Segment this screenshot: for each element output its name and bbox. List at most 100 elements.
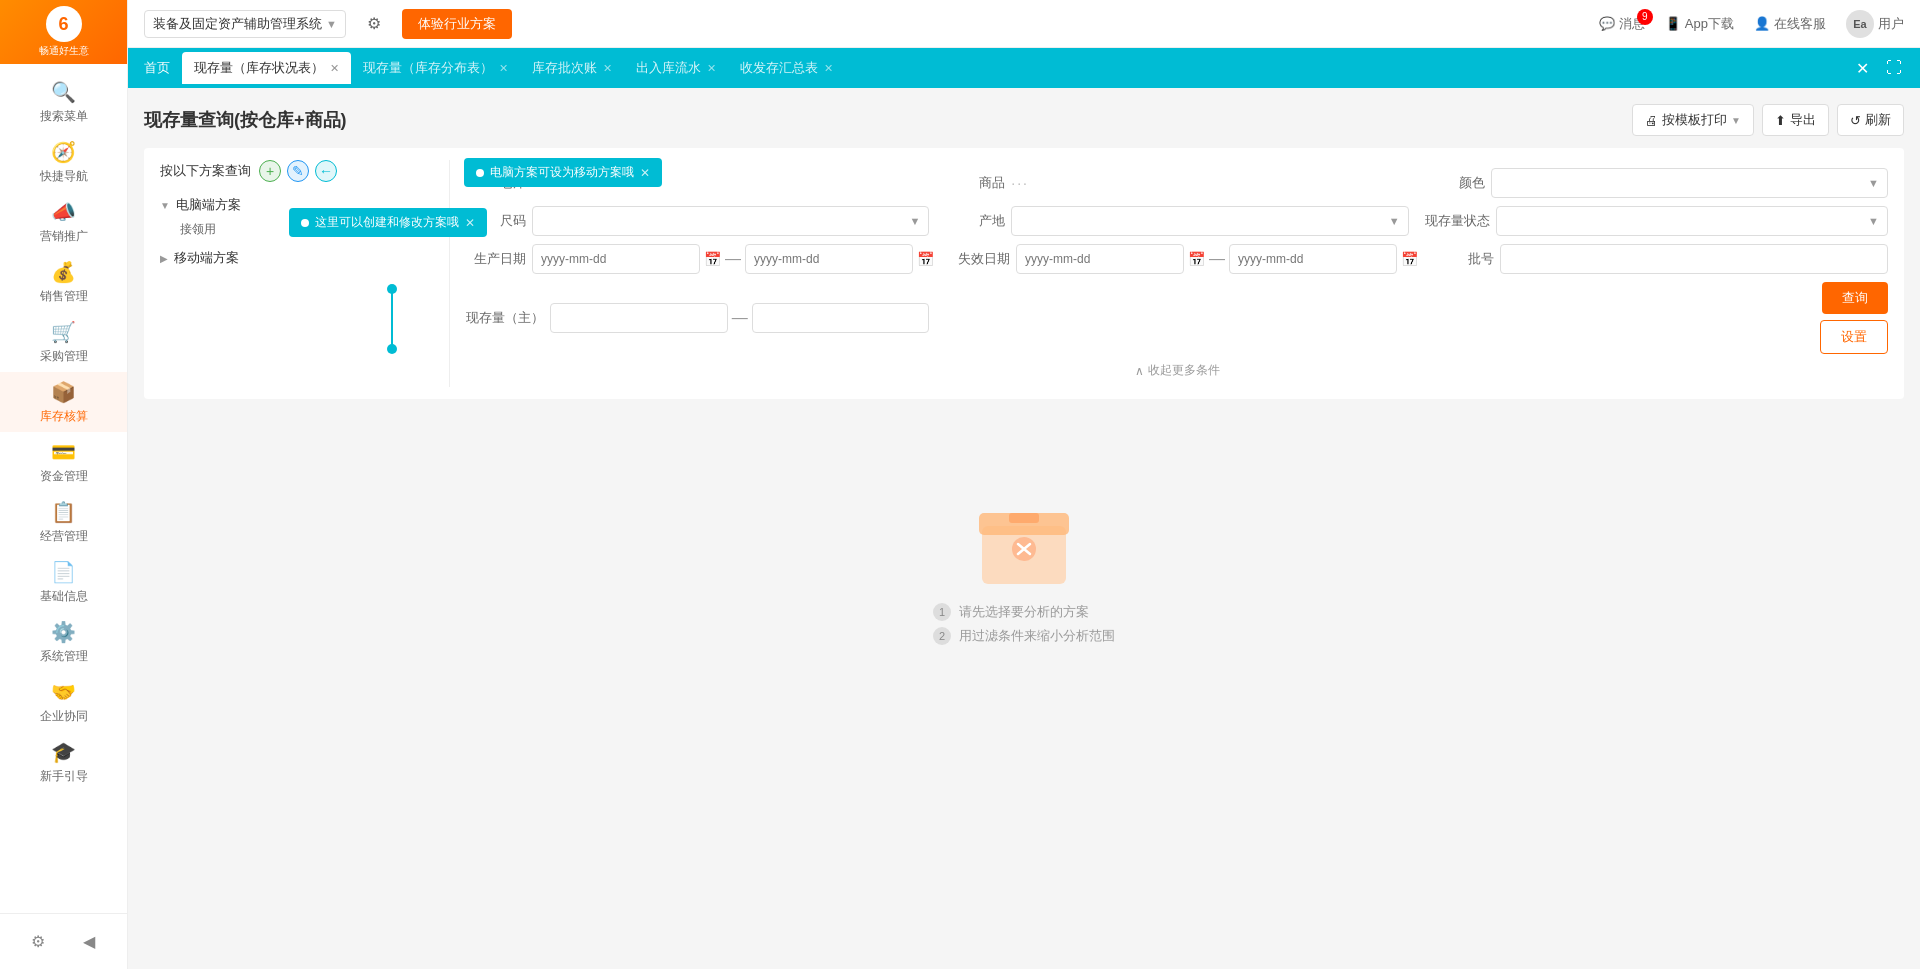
stock-status-select[interactable]: ▼ — [1496, 206, 1888, 236]
expiry-date-range: 📅 — 📅 — [1016, 244, 1418, 274]
online-service-btn[interactable]: 👤 在线客服 — [1754, 15, 1826, 33]
tab-inventory-dist[interactable]: 现存量（库存分布表） ✕ — [351, 52, 520, 84]
close-all-tabs-btn[interactable]: ✕ — [1848, 54, 1876, 82]
system-icon: ⚙️ — [51, 620, 76, 644]
sidebar-item-system[interactable]: ⚙️系统管理 — [0, 612, 127, 672]
app-download-btn[interactable]: 📱 App下载 — [1665, 15, 1734, 33]
tab-close-inout-flow[interactable]: ✕ — [707, 62, 716, 75]
export-btn[interactable]: ⬆ 导出 — [1762, 104, 1829, 136]
production-date-label: 生产日期 — [466, 250, 526, 268]
main-area: 装备及固定资产辅助管理系统 ▼ ⚙ 体验行业方案 💬 消息 9 📱 App下载 … — [128, 0, 1920, 969]
filter-grid-row2: 尺码 ▼ 产地 ▼ — [466, 206, 1888, 236]
tooltip-scheme-text: 电脑方案可设为移动方案哦 — [490, 164, 634, 181]
sidebar-item-label-inventory: 库存核算 — [40, 408, 88, 425]
goods-dots[interactable]: ··· — [1011, 175, 1029, 191]
sidebar-settings-btn[interactable]: ⚙ — [20, 924, 56, 960]
production-date-from-calendar-icon[interactable]: 📅 — [704, 251, 721, 267]
inventory-icon: 📦 — [51, 380, 76, 404]
mobile-arrow-icon: ▶ — [160, 253, 168, 264]
empty-step-2: 2 用过滤条件来缩小分析范围 — [933, 627, 1115, 645]
fullscreen-btn[interactable]: ⛶ — [1880, 54, 1908, 82]
sidebar-item-basic[interactable]: 📄 基础信息 — [0, 552, 127, 612]
step-1-num: 1 — [933, 603, 951, 621]
stock-main-to[interactable] — [752, 303, 930, 333]
expiry-date-from-calendar-icon[interactable]: 📅 — [1188, 251, 1205, 267]
size-select[interactable]: ▼ — [532, 206, 929, 236]
refresh-btn[interactable]: ↺ 刷新 — [1837, 104, 1904, 136]
date-sep: — — [725, 250, 741, 268]
tab-close-collect-summary[interactable]: ✕ — [824, 62, 833, 75]
logo-icon: 6 — [46, 6, 82, 42]
sidebar-item-guide[interactable]: 🧭快捷导航 — [0, 132, 127, 192]
expiry-date-from[interactable] — [1016, 244, 1184, 274]
mobile-scheme-header[interactable]: ▶ 移动端方案 — [160, 245, 437, 271]
back-scheme-btn[interactable]: ← — [315, 160, 337, 182]
origin-label: 产地 — [945, 212, 1005, 230]
empty-steps: 1 请先选择要分析的方案 2 用过滤条件来缩小分析范围 — [933, 603, 1115, 645]
settings-icon[interactable]: ⚙ — [358, 8, 390, 40]
stock-status-label: 现存量状态 — [1425, 212, 1490, 230]
sidebar-item-label-guide: 快捷导航 — [40, 168, 88, 185]
tab-close-inventory-dist[interactable]: ✕ — [499, 62, 508, 75]
sidebar-item-operation[interactable]: 📋经营管理 — [0, 492, 127, 552]
production-date-from[interactable] — [532, 244, 700, 274]
edit-scheme-btn[interactable]: ✎ — [287, 160, 309, 182]
tab-inventory-status[interactable]: 现存量（库存状况表）✕ — [182, 52, 351, 84]
sidebar-item-sales[interactable]: 💰销售管理 — [0, 252, 127, 312]
origin-select[interactable]: ▼ — [1011, 206, 1408, 236]
tab-label-inventory-dist: 现存量（库存分布表） — [363, 59, 493, 77]
user-menu[interactable]: Ea 用户 — [1846, 10, 1904, 38]
goods-filter: 商品 ··· — [945, 168, 1408, 198]
add-scheme-btn[interactable]: + — [259, 160, 281, 182]
tab-home[interactable]: 首页 — [132, 52, 182, 84]
tooltip-dot — [476, 169, 484, 177]
sidebar-item-search[interactable]: 🔍搜索菜单 — [0, 72, 127, 132]
step-2-num: 2 — [933, 627, 951, 645]
system-title-dropdown[interactable]: 装备及固定资产辅助管理系统 ▼ — [144, 10, 346, 38]
system-title: 装备及固定资产辅助管理系统 — [153, 15, 322, 33]
sidebar-item-purchase[interactable]: 🛒采购管理 — [0, 312, 127, 372]
batch-input[interactable] — [1500, 244, 1888, 274]
create-tooltip-close-icon[interactable]: ✕ — [465, 216, 475, 230]
tab-batch-ledger[interactable]: 库存批次账✕ — [520, 52, 624, 84]
tab-label-collect-summary: 收发存汇总表 — [740, 59, 818, 77]
pc-scheme-label: 电脑端方案 — [176, 196, 241, 214]
production-date-to-calendar-icon[interactable]: 📅 — [917, 251, 934, 267]
sidebar-item-newbie[interactable]: 🎓新手引导 — [0, 732, 127, 792]
color-select[interactable]: ▼ — [1491, 168, 1888, 198]
size-filter: 尺码 ▼ — [466, 206, 929, 236]
create-tooltip-text: 这里可以创建和修改方案哦 — [315, 214, 459, 231]
sidebar-item-finance[interactable]: 💳资金管理 — [0, 432, 127, 492]
tab-inout-flow[interactable]: 出入库流水✕ — [624, 52, 728, 84]
print-btn[interactable]: 🖨 按模板打印 ▼ — [1632, 104, 1754, 136]
tab-collect-summary[interactable]: 收发存汇总表 ✕ — [728, 52, 845, 84]
tab-close-inventory-status[interactable]: ✕ — [330, 62, 339, 75]
date-sep2: — — [1209, 250, 1225, 268]
sales-icon: 💰 — [51, 260, 76, 284]
filter-actions: + ✎ ← — [259, 160, 337, 182]
scheme-panel: 按以下方案查询 + ✎ ← ▼ 电脑端方案 — [160, 160, 450, 387]
collapse-btn[interactable]: ∧ 收起更多条件 — [466, 354, 1888, 387]
expiry-date-to-calendar-icon[interactable]: 📅 — [1401, 251, 1418, 267]
sidebar-item-enterprise[interactable]: 🤝企业协同 — [0, 672, 127, 732]
sidebar-item-label-operation: 经营管理 — [40, 528, 88, 545]
production-date-to[interactable] — [745, 244, 913, 274]
basic-icon: 📄 — [51, 560, 76, 584]
stock-status-filter: 现存量状态 ▼ — [1425, 206, 1888, 236]
tab-bar: 首页现存量（库存状况表）✕现存量（库存分布表）✕库存批次账✕出入库流水✕收发存汇… — [128, 48, 1920, 88]
tab-close-batch-ledger[interactable]: ✕ — [603, 62, 612, 75]
sidebar-collapse-btn[interactable]: ◀ — [71, 924, 107, 960]
reset-btn[interactable]: 设置 — [1820, 320, 1888, 354]
sidebar-item-marketing[interactable]: 📣营销推广 — [0, 192, 127, 252]
message-btn[interactable]: 💬 消息 9 — [1599, 15, 1645, 33]
sidebar-item-label-basic: 基础信息 — [40, 588, 88, 605]
stock-main-from[interactable] — [550, 303, 728, 333]
tooltip-scheme-close-icon[interactable]: ✕ — [640, 166, 650, 180]
tab-bar-actions: ✕ ⛶ — [1848, 54, 1916, 82]
expiry-date-to[interactable] — [1229, 244, 1397, 274]
sidebar-item-inventory[interactable]: 📦 库存核算 — [0, 372, 127, 432]
top-header: 装备及固定资产辅助管理系统 ▼ ⚙ 体验行业方案 💬 消息 9 📱 App下载 … — [128, 0, 1920, 48]
search-btn[interactable]: 查询 — [1822, 282, 1888, 314]
filter-grid-row3: 生产日期 📅 — 📅 失效日期 — [466, 244, 1888, 274]
industry-btn[interactable]: 体验行业方案 — [402, 9, 512, 39]
